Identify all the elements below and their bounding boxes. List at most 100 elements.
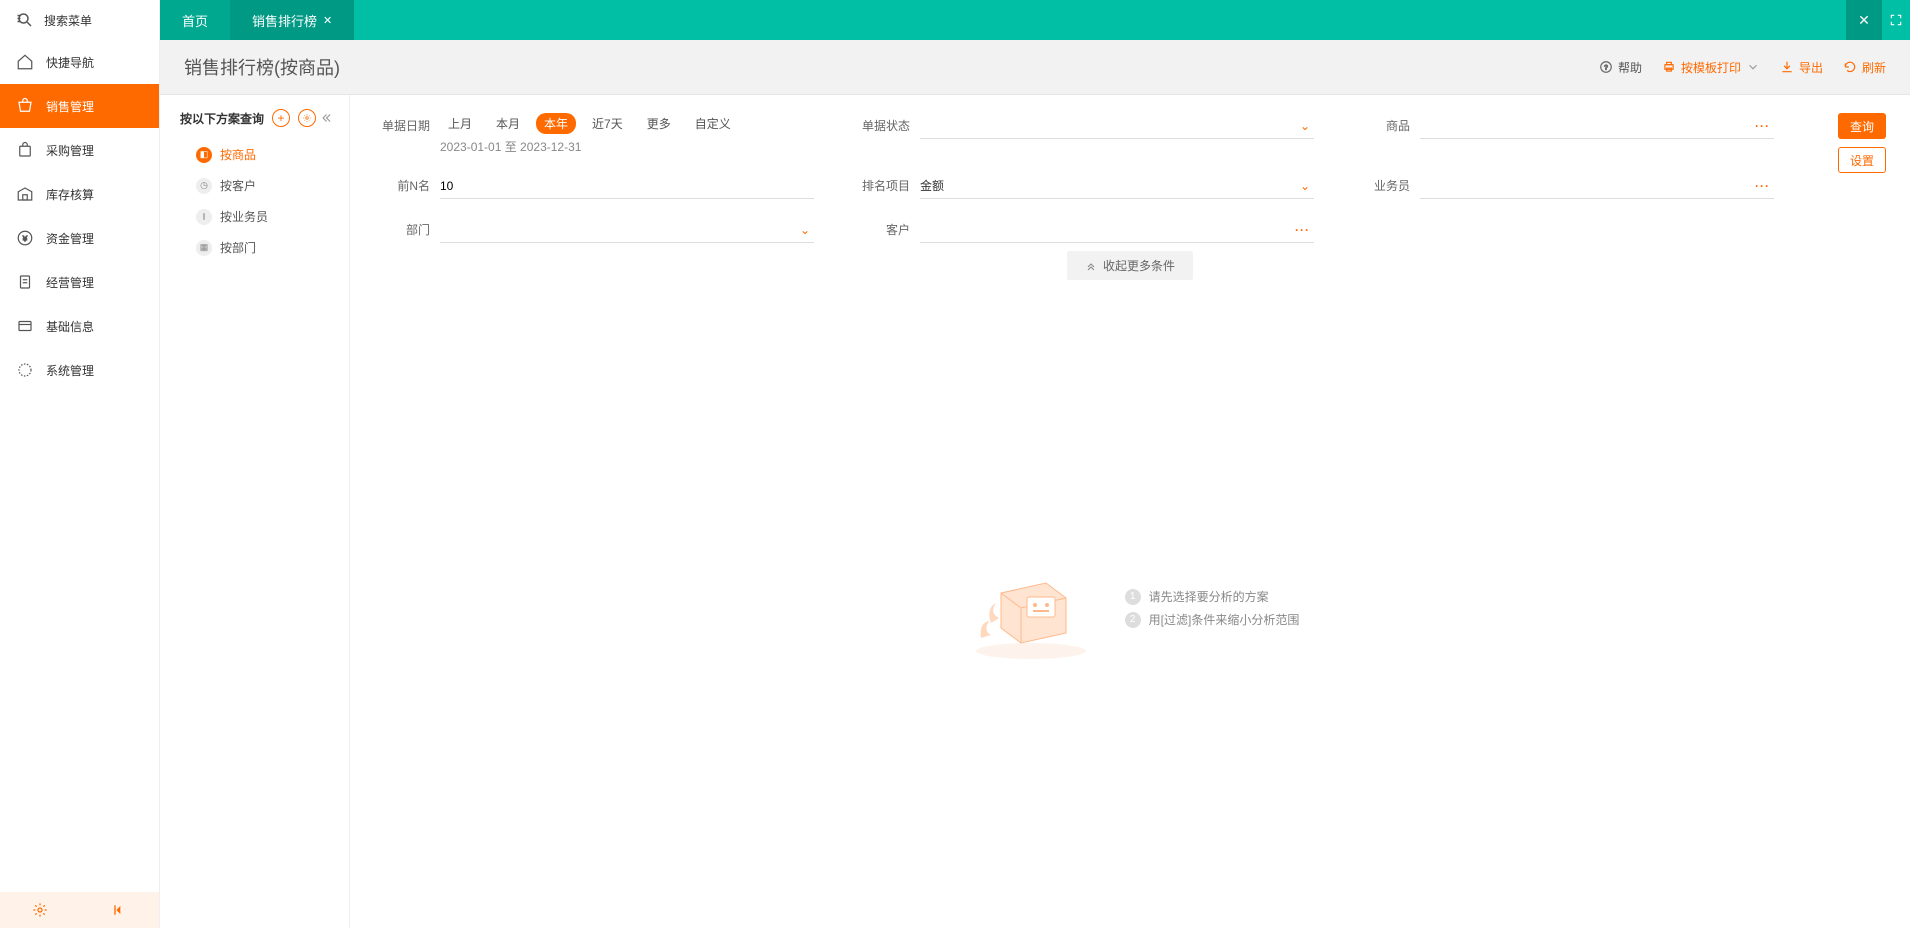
scheme-item-department[interactable]: ▦ 按部门 [180,232,333,263]
help-button[interactable]: ? 帮助 [1599,59,1642,76]
fullscreen-button[interactable] [1882,0,1910,40]
scheme-item-label: 按业务员 [220,208,268,225]
chevron-double-up-icon [1085,260,1097,272]
collapse-label: 收起更多条件 [1103,257,1175,274]
filters: 查询 设置 单据日期 上月 本月 本年 近 [350,95,1910,288]
pill-this-month[interactable]: 本月 [488,113,528,134]
field-label: 前N名 [374,173,440,199]
sidebar-item-inventory[interactable]: 库存核算 [0,172,159,216]
field-label: 客户 [854,217,920,243]
action-label: 帮助 [1618,59,1642,76]
sidebar-item-purchase[interactable]: 采购管理 [0,128,159,172]
empty-step-1: 1 请先选择要分析的方案 [1125,588,1300,605]
rank-select[interactable]: 金额 ⌄ [920,173,1314,199]
tab-home[interactable]: 首页 [160,0,230,40]
scheme-settings-button[interactable] [298,109,316,127]
action-label: 刷新 [1862,59,1886,76]
clipboard-icon [16,273,34,291]
search-menu[interactable]: 搜索菜单 [0,0,159,40]
tab-label: 销售排行榜 [252,11,317,30]
chevron-down-icon: ⌄ [1300,119,1310,133]
field-department: 部门 ⌄ [374,217,814,243]
scheme-item-label: 按部门 [220,239,256,256]
header-actions: ? 帮助 按模板打印 导出 刷新 [1599,59,1886,76]
sidebar-item-system[interactable]: 系统管理 [0,348,159,392]
export-button[interactable]: 导出 [1780,59,1823,76]
scheme-panel: 按以下方案查询 + ◧ 按商品 ◷ 按客户 [160,95,350,928]
scheme-item-customer[interactable]: ◷ 按客户 [180,170,333,201]
sidebar-item-quicknav[interactable]: 快捷导航 [0,40,159,84]
empty-state: 1 请先选择要分析的方案 2 用[过滤]条件来缩小分析范围 [350,288,1910,928]
svg-text:¥: ¥ [23,234,28,243]
topn-input[interactable] [440,173,814,199]
button-label: 查询 [1850,118,1874,135]
date-quick-picks: 上月 本月 本年 近7天 更多 自定义 [440,113,814,134]
empty-step-2: 2 用[过滤]条件来缩小分析范围 [1125,611,1300,628]
customer-select[interactable]: ··· [920,217,1314,243]
action-label: 按模板打印 [1681,59,1741,76]
warehouse-icon [16,185,34,203]
sidebar: 搜索菜单 快捷导航 销售管理 采购管理 库存核算 ¥ 资金管理 经营管理 基础 [0,0,160,928]
sidebar-item-sales[interactable]: 销售管理 [0,84,159,128]
close-icon[interactable]: ✕ [323,14,332,27]
field-label: 商品 [1354,113,1420,139]
ellipsis-icon: ··· [1295,223,1310,237]
status-select[interactable]: ⌄ [920,113,1314,139]
page-title: 销售排行榜(按商品) [184,54,340,80]
button-label: 设置 [1850,152,1874,169]
sidebar-item-operations[interactable]: 经营管理 [0,260,159,304]
salesperson-select[interactable]: ··· [1420,173,1774,199]
nav-label: 快捷导航 [46,54,94,71]
pill-this-year[interactable]: 本年 [536,113,576,134]
product-select[interactable]: ··· [1420,113,1774,139]
chart-icon: ⫾ [196,209,212,225]
box-icon: ◧ [196,147,212,163]
close-all-tabs-button[interactable]: ✕ [1846,0,1882,40]
pill-custom[interactable]: 自定义 [687,113,739,134]
print-template-button[interactable]: 按模板打印 [1662,59,1760,76]
collapse-scheme-button[interactable] [319,111,333,125]
nav-label: 采购管理 [46,142,94,159]
select-value: 金额 [920,177,944,194]
field-salesperson: 业务员 ··· [1354,173,1774,199]
department-select[interactable]: ⌄ [440,217,814,243]
tab-sales-ranking[interactable]: 销售排行榜 ✕ [230,0,354,40]
settings-button[interactable] [0,892,80,928]
chevron-down-icon [1746,60,1760,74]
add-scheme-button[interactable]: + [272,109,290,127]
search-menu-label: 搜索菜单 [44,12,92,29]
field-label: 业务员 [1354,173,1420,199]
field-label: 排名项目 [854,173,920,199]
collapse-filters-button[interactable]: 收起更多条件 [1067,251,1193,280]
clock-icon: ◷ [196,178,212,194]
chevron-down-icon: ⌄ [800,223,810,237]
tabs-bar: 首页 销售排行榜 ✕ ✕ [160,0,1910,40]
card-icon [16,317,34,335]
scheme-item-salesperson[interactable]: ⫾ 按业务员 [180,201,333,232]
empty-illustration [961,553,1101,663]
svg-text:?: ? [1604,64,1608,71]
main: 首页 销售排行榜 ✕ ✕ 销售排行榜(按商品) ? 帮助 按模板打印 [160,0,1910,928]
tab-label: 首页 [182,11,208,30]
nav-label: 销售管理 [46,98,94,115]
chevron-down-icon: ⌄ [1300,179,1310,193]
settings-button-filters[interactable]: 设置 [1838,147,1886,173]
gear-dashed-icon [16,361,34,379]
ellipsis-icon: ··· [1755,179,1770,193]
refresh-button[interactable]: 刷新 [1843,59,1886,76]
collapse-sidebar-button[interactable] [80,892,160,928]
sidebar-item-finance[interactable]: ¥ 资金管理 [0,216,159,260]
field-customer: 客户 ··· [854,217,1314,243]
field-label: 部门 [374,217,440,243]
field-rank: 排名项目 金额 ⌄ [854,173,1314,199]
pill-last-month[interactable]: 上月 [440,113,480,134]
sidebar-item-basedata[interactable]: 基础信息 [0,304,159,348]
scheme-item-label: 按商品 [220,146,256,163]
field-topn: 前N名 [374,173,814,199]
nav-label: 库存核算 [46,186,94,203]
query-button[interactable]: 查询 [1838,113,1886,139]
step-text: 请先选择要分析的方案 [1149,588,1269,605]
scheme-item-product[interactable]: ◧ 按商品 [180,139,333,170]
pill-last-7-days[interactable]: 近7天 [584,113,631,134]
pill-more[interactable]: 更多 [639,113,679,134]
